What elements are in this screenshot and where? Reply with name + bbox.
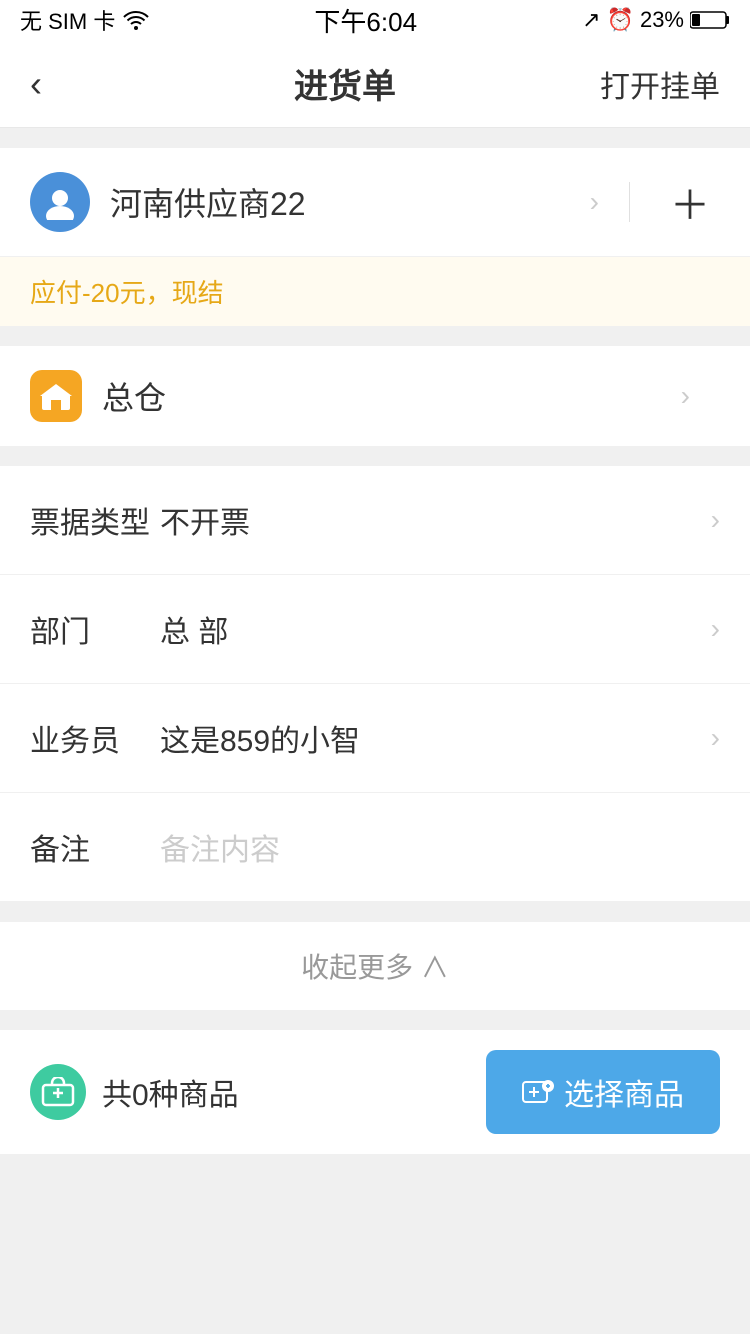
wifi-icon <box>123 10 149 30</box>
form-row-invoice[interactable]: 票据类型 不开票 › <box>0 466 750 575</box>
form-row-remark[interactable]: 备注 备注内容 <box>0 793 750 901</box>
warehouse-name: 总仓 <box>102 373 681 419</box>
warehouse-row[interactable]: 总仓 › <box>0 346 750 446</box>
product-icon <box>30 1064 86 1120</box>
supplier-chevron: › <box>590 186 599 218</box>
invoice-chevron: › <box>711 504 720 536</box>
add-supplier-button[interactable]: ＋ <box>660 173 720 231</box>
department-label: 部门 <box>30 607 160 651</box>
supplier-row[interactable]: 河南供应商22 › ＋ <box>0 148 750 257</box>
status-bar: 无 SIM 卡 下午6:04 ↗ ⏰ 23% <box>0 0 750 40</box>
status-right: ↗ ⏰ 23% <box>582 7 730 33</box>
form-section: 票据类型 不开票 › 部门 总 部 › 业务员 这是859的小智 › 备注 备注… <box>0 466 750 901</box>
supplier-section: 河南供应商22 › ＋ 应付-20元，现结 <box>0 148 750 326</box>
warehouse-chevron: › <box>681 380 690 412</box>
select-product-button[interactable]: 选择商品 <box>486 1050 720 1134</box>
invoice-label: 票据类型 <box>30 498 160 542</box>
salesperson-value: 这是859的小智 <box>160 716 711 760</box>
collapse-row[interactable]: 收起更多 ∧ <box>0 921 750 1010</box>
product-count: 共0种商品 <box>102 1070 486 1114</box>
department-value: 总 部 <box>160 607 711 651</box>
supplier-notice: 应付-20元，现结 <box>0 257 750 326</box>
department-chevron: › <box>711 613 720 645</box>
back-button[interactable]: ‹ <box>30 63 90 105</box>
sim-status: 无 SIM 卡 <box>20 4 115 36</box>
location-icon: ↗ <box>582 7 600 33</box>
warehouse-section: 总仓 › <box>0 346 750 446</box>
warehouse-icon <box>30 370 82 422</box>
supplier-name: 河南供应商22 <box>110 179 590 225</box>
alarm-icon: ⏰ <box>607 7 634 33</box>
page-title: 进货单 <box>294 59 396 108</box>
select-product-label: 选择商品 <box>564 1070 684 1114</box>
remark-placeholder: 备注内容 <box>160 825 720 869</box>
bottom-bar: 共0种商品 选择商品 <box>0 1030 750 1154</box>
section-divider-1 <box>0 128 750 148</box>
supplier-avatar <box>30 172 90 232</box>
select-product-icon <box>522 1078 554 1106</box>
salesperson-label: 业务员 <box>30 716 160 760</box>
battery-icon <box>690 10 730 30</box>
nav-bar: ‹ 进货单 打开挂单 <box>0 40 750 128</box>
status-left: 无 SIM 卡 <box>20 4 149 36</box>
remark-label: 备注 <box>30 825 160 869</box>
salesperson-chevron: › <box>711 722 720 754</box>
collapse-label: 收起更多 ∧ <box>301 946 449 986</box>
invoice-value: 不开票 <box>160 498 711 542</box>
status-time: 下午6:04 <box>314 2 417 39</box>
section-divider-2 <box>0 326 750 346</box>
form-row-salesperson[interactable]: 业务员 这是859的小智 › <box>0 684 750 793</box>
battery-text: 23% <box>640 7 684 33</box>
open-hang-button[interactable]: 打开挂单 <box>600 62 720 106</box>
form-row-department[interactable]: 部门 总 部 › <box>0 575 750 684</box>
vertical-divider <box>629 182 630 222</box>
